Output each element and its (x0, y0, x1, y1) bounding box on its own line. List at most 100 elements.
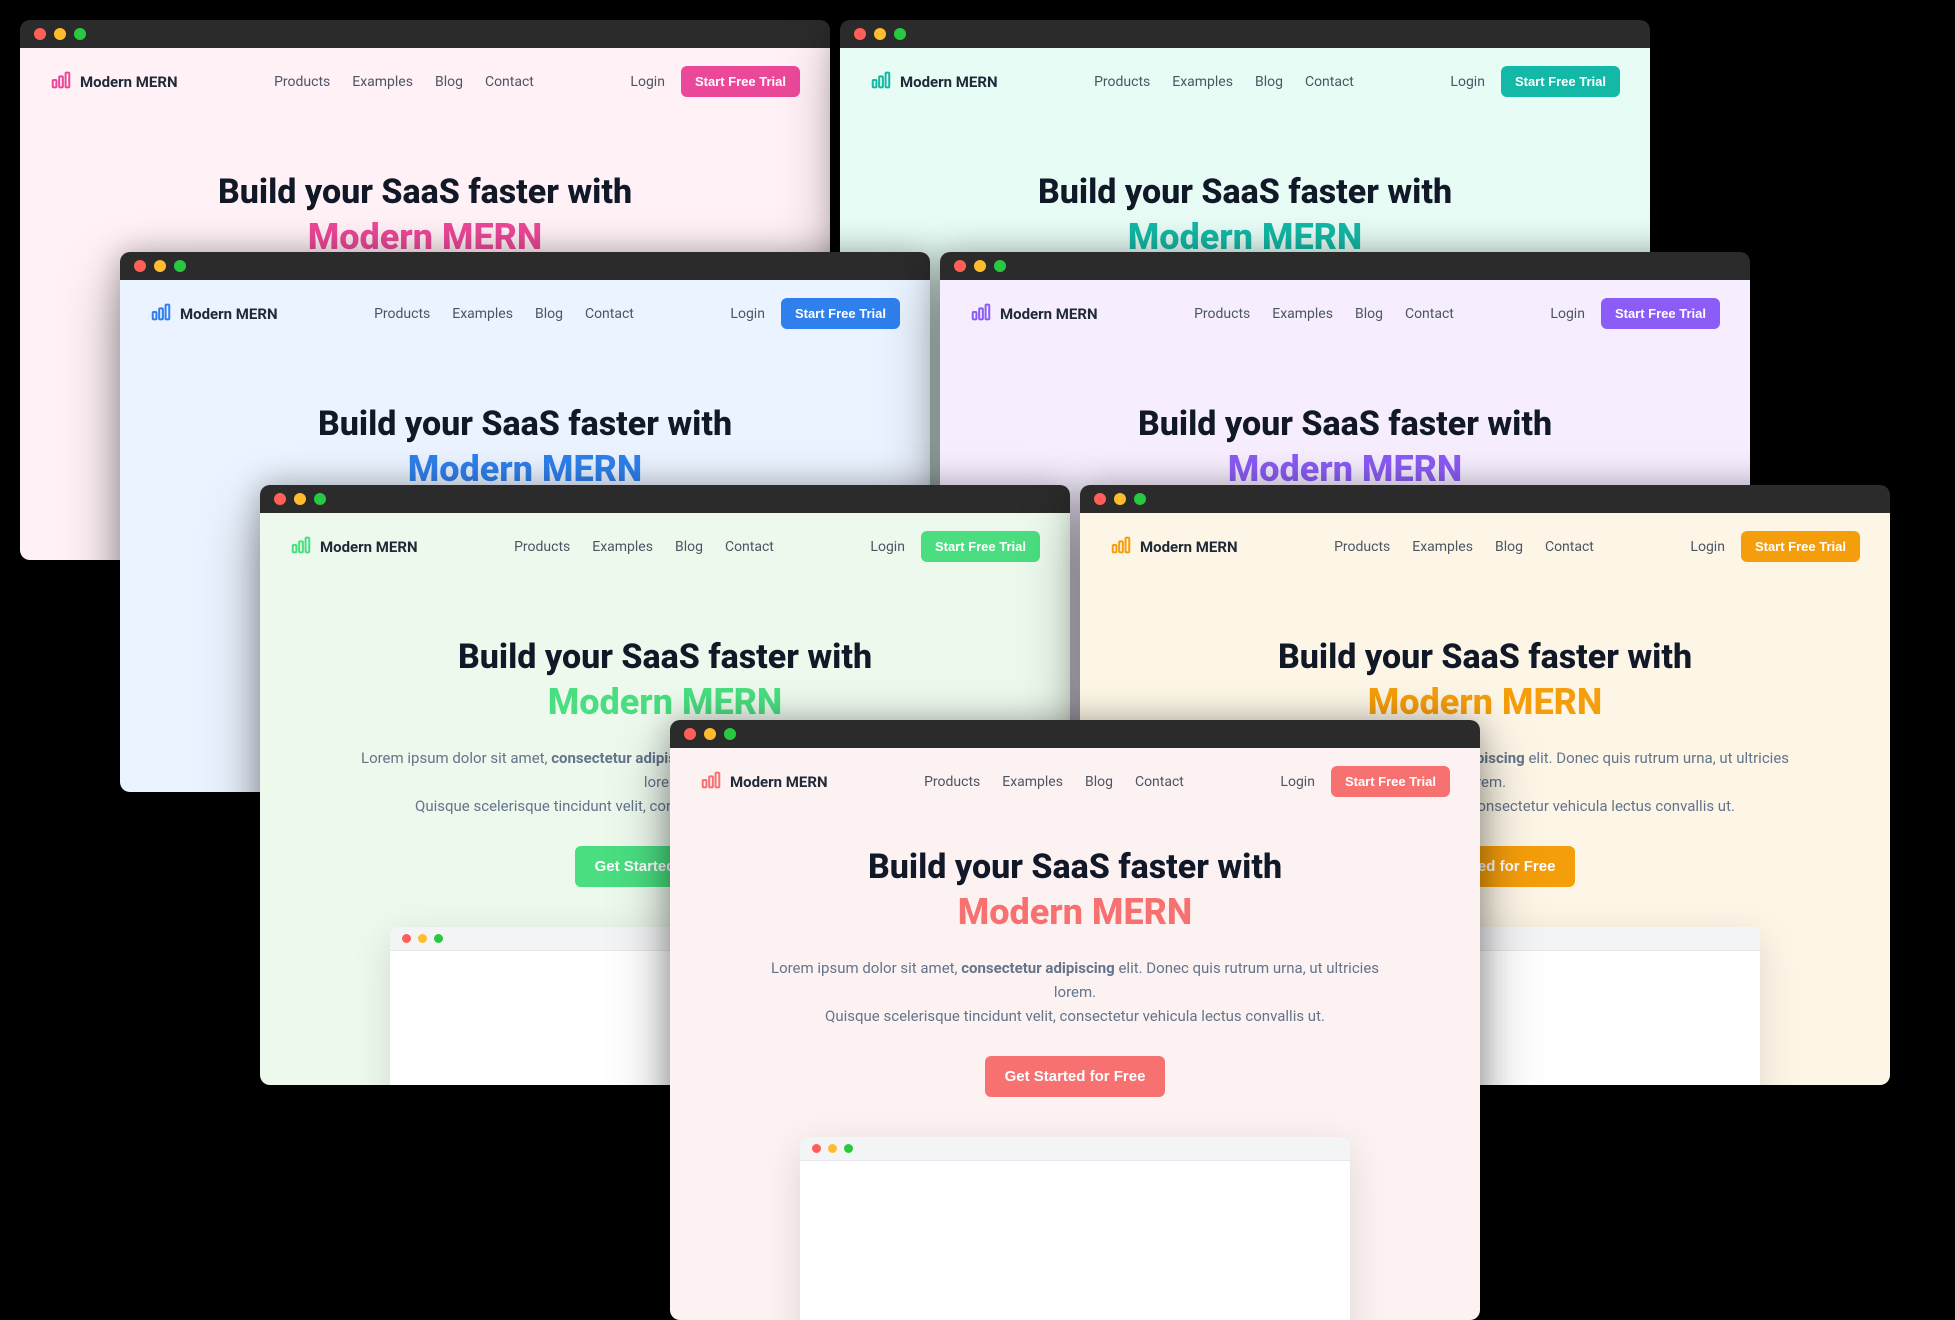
red-traffic-light[interactable] (684, 728, 696, 740)
brand[interactable]: Modern MERN (290, 534, 418, 560)
nav-examples[interactable]: Examples (1002, 774, 1063, 790)
red-traffic-light[interactable] (954, 260, 966, 272)
red-traffic-light[interactable] (854, 28, 866, 40)
hero-title: Build your SaaS faster withModern MERN (670, 845, 1480, 936)
nav-examples[interactable]: Examples (452, 306, 513, 322)
login-link[interactable]: Login (730, 306, 765, 322)
nav-products[interactable]: Products (1334, 539, 1390, 555)
start-trial-button[interactable]: Start Free Trial (1501, 66, 1620, 97)
green-traffic-light[interactable] (74, 28, 86, 40)
hero: Build your SaaS faster withModern MERN (940, 347, 1750, 493)
window-titlebar (120, 252, 930, 280)
nav-products[interactable]: Products (1194, 306, 1250, 322)
nav-contact[interactable]: Contact (725, 539, 774, 555)
brand[interactable]: Modern MERN (700, 769, 828, 795)
hero-line2: Modern MERN (1080, 679, 1890, 726)
hero-line1: Build your SaaS faster with (1278, 637, 1692, 677)
nav-examples[interactable]: Examples (1272, 306, 1333, 322)
hero-line1: Build your SaaS faster with (1038, 172, 1452, 212)
nav-products[interactable]: Products (514, 539, 570, 555)
hero: Build your SaaS faster withModern MERN (120, 347, 930, 493)
hero-title: Build your SaaS faster withModern MERN (1080, 635, 1890, 726)
start-trial-button[interactable]: Start Free Trial (921, 531, 1040, 562)
red-traffic-light[interactable] (274, 493, 286, 505)
nav-blog[interactable]: Blog (1495, 539, 1523, 555)
bar-chart-icon (150, 301, 172, 327)
hero-line1: Build your SaaS faster with (458, 637, 872, 677)
start-trial-button[interactable]: Start Free Trial (1741, 531, 1860, 562)
nav-right: Login Start Free Trial (730, 298, 900, 329)
hero: Build your SaaS faster withModern MERN (840, 115, 1650, 261)
login-link[interactable]: Login (1280, 774, 1315, 790)
navbar: Modern MERN Products Examples Blog Contact Lo… (120, 280, 930, 347)
navbar: Modern MERN Products Examples Blog Contact Lo… (20, 48, 830, 115)
nav-blog[interactable]: Blog (435, 74, 463, 90)
brand[interactable]: Modern MERN (970, 301, 1098, 327)
login-link[interactable]: Login (870, 539, 905, 555)
brand-name: Modern MERN (320, 538, 418, 556)
red-traffic-light[interactable] (134, 260, 146, 272)
nav-products[interactable]: Products (1094, 74, 1150, 90)
brand[interactable]: Modern MERN (870, 69, 998, 95)
nav-blog[interactable]: Blog (1255, 74, 1283, 90)
yellow-traffic-light[interactable] (974, 260, 986, 272)
nav-examples[interactable]: Examples (1172, 74, 1233, 90)
bar-chart-icon (870, 69, 892, 95)
nav-blog[interactable]: Blog (535, 306, 563, 322)
green-traffic-light[interactable] (314, 493, 326, 505)
green-traffic-light[interactable] (724, 728, 736, 740)
login-link[interactable]: Login (1550, 306, 1585, 322)
inner-traffic-light (402, 934, 411, 943)
window-titlebar (20, 20, 830, 48)
nav-products[interactable]: Products (924, 774, 980, 790)
red-traffic-light[interactable] (1094, 493, 1106, 505)
nav-links: Products Examples Blog Contact (374, 306, 634, 322)
nav-contact[interactable]: Contact (1305, 74, 1354, 90)
yellow-traffic-light[interactable] (294, 493, 306, 505)
bar-chart-icon (290, 534, 312, 560)
nav-blog[interactable]: Blog (675, 539, 703, 555)
window-content: Modern MERN Products Examples Blog Contact Lo… (670, 748, 1480, 1320)
brand[interactable]: Modern MERN (1110, 534, 1238, 560)
red-traffic-light[interactable] (34, 28, 46, 40)
nav-contact[interactable]: Contact (585, 306, 634, 322)
brand[interactable]: Modern MERN (150, 301, 278, 327)
nav-right: Login Start Free Trial (870, 531, 1040, 562)
brand-name: Modern MERN (900, 73, 998, 91)
yellow-traffic-light[interactable] (154, 260, 166, 272)
login-link[interactable]: Login (1690, 539, 1725, 555)
nav-products[interactable]: Products (274, 74, 330, 90)
yellow-traffic-light[interactable] (54, 28, 66, 40)
nav-examples[interactable]: Examples (592, 539, 653, 555)
yellow-traffic-light[interactable] (1114, 493, 1126, 505)
nav-contact[interactable]: Contact (1135, 774, 1184, 790)
inner-traffic-light (828, 1144, 837, 1153)
brand[interactable]: Modern MERN (50, 69, 178, 95)
nav-links: Products Examples Blog Contact (514, 539, 774, 555)
inner-traffic-light (434, 934, 443, 943)
green-traffic-light[interactable] (894, 28, 906, 40)
green-traffic-light[interactable] (994, 260, 1006, 272)
nav-contact[interactable]: Contact (1405, 306, 1454, 322)
nav-contact[interactable]: Contact (485, 74, 534, 90)
get-started-button[interactable]: Get Started for Free (985, 1056, 1166, 1097)
start-trial-button[interactable]: Start Free Trial (681, 66, 800, 97)
hero-title: Build your SaaS faster withModern MERN (940, 402, 1750, 493)
nav-products[interactable]: Products (374, 306, 430, 322)
hero-title: Build your SaaS faster withModern MERN (260, 635, 1070, 726)
nav-contact[interactable]: Contact (1545, 539, 1594, 555)
start-trial-button[interactable]: Start Free Trial (1331, 766, 1450, 797)
start-trial-button[interactable]: Start Free Trial (1601, 298, 1720, 329)
green-traffic-light[interactable] (174, 260, 186, 272)
nav-blog[interactable]: Blog (1085, 774, 1113, 790)
yellow-traffic-light[interactable] (704, 728, 716, 740)
nav-examples[interactable]: Examples (352, 74, 413, 90)
green-traffic-light[interactable] (1134, 493, 1146, 505)
login-link[interactable]: Login (630, 74, 665, 90)
brand-name: Modern MERN (730, 773, 828, 791)
login-link[interactable]: Login (1450, 74, 1485, 90)
yellow-traffic-light[interactable] (874, 28, 886, 40)
nav-examples[interactable]: Examples (1412, 539, 1473, 555)
start-trial-button[interactable]: Start Free Trial (781, 298, 900, 329)
nav-blog[interactable]: Blog (1355, 306, 1383, 322)
